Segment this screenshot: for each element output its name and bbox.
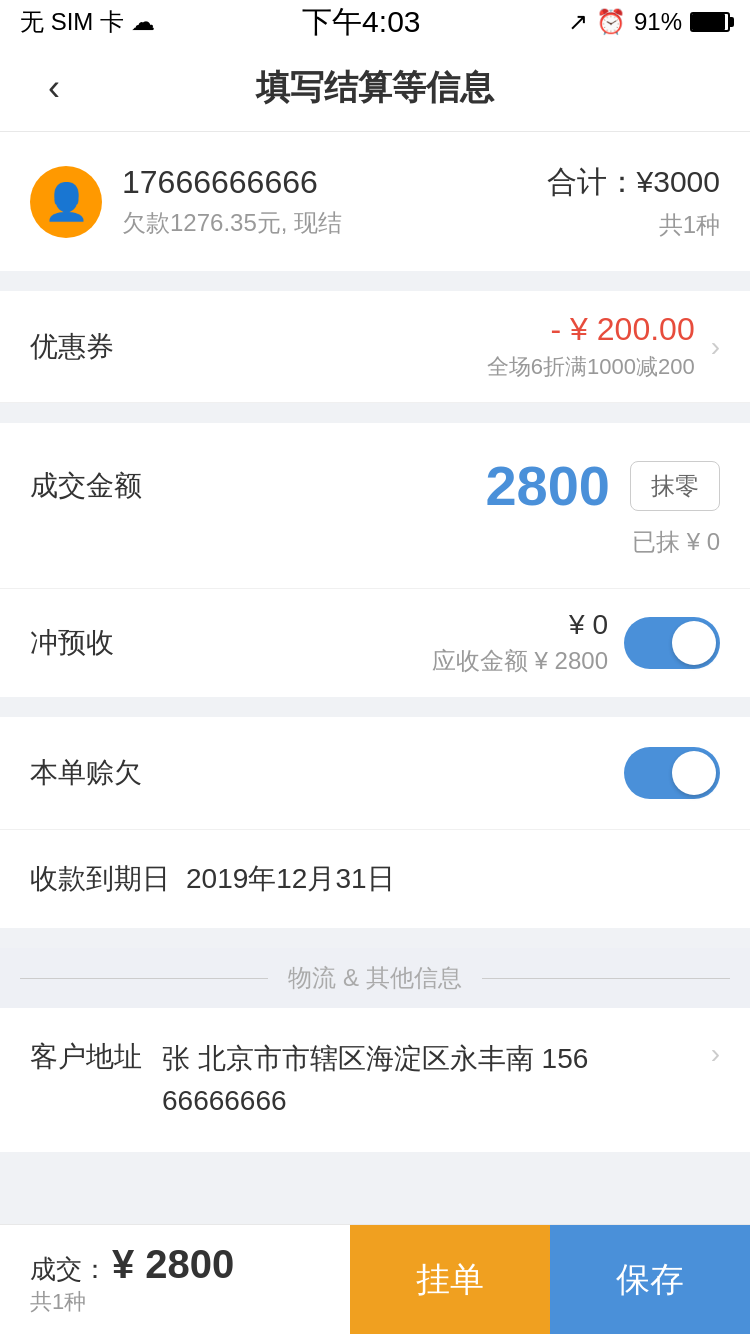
footer-bar: 成交： ¥ 2800 共1种 挂单 保存 [0, 1224, 750, 1334]
divider-1 [0, 271, 750, 291]
credit-toggle[interactable] [624, 747, 720, 799]
save-button[interactable]: 保存 [550, 1225, 750, 1335]
coupon-label: 优惠券 [30, 328, 114, 366]
round-button[interactable]: 抹零 [630, 461, 720, 511]
footer-count: 共1种 [30, 1287, 320, 1317]
battery-icon [690, 12, 730, 32]
pre-collect-row: 冲预收 ¥ 0 应收金额 ¥ 2800 [30, 609, 720, 677]
amount-row: 成交金额 2800 抹零 [30, 453, 720, 518]
battery-text: 91% [634, 8, 682, 36]
deal-amount-label: 成交金额 [30, 467, 142, 505]
deal-amount-value: 2800 [485, 453, 610, 518]
toggle-knob [672, 621, 716, 665]
customer-card: 👤 17666666666 欠款1276.35元, 现结 合计：¥3000 共1… [0, 132, 750, 271]
footer-amount: ¥ 2800 [112, 1242, 234, 1287]
coupon-right: - ¥ 200.00 全场6折满1000减200 › [487, 311, 720, 382]
duedate-section: 收款到期日 2019年12月31日 [0, 829, 750, 928]
divider-4 [0, 928, 750, 948]
credit-label: 本单赊欠 [30, 754, 142, 792]
line-right [482, 978, 730, 979]
nav-bar: ‹ 填写结算等信息 [0, 44, 750, 132]
alarm-icon: ⏰ [596, 8, 626, 36]
pre-collect-section: 冲预收 ¥ 0 应收金额 ¥ 2800 [0, 588, 750, 697]
hold-button[interactable]: 挂单 [350, 1225, 550, 1335]
coupon-desc: 全场6折满1000减200 [487, 352, 695, 382]
credit-toggle-knob [672, 751, 716, 795]
avatar: 👤 [30, 166, 102, 238]
amount-value-group: 2800 抹零 [485, 453, 720, 518]
avatar-icon: 👤 [44, 181, 89, 223]
address-section[interactable]: 客户地址 张 北京市市辖区海淀区永丰南 156 66666666 › [0, 1008, 750, 1152]
main-content: 👤 17666666666 欠款1276.35元, 现结 合计：¥3000 共1… [0, 132, 750, 1272]
address-chevron-icon: › [711, 1038, 720, 1070]
status-right: ↗ ⏰ 91% [568, 8, 730, 36]
footer-left: 成交： ¥ 2800 共1种 [0, 1242, 350, 1317]
section-title-text: 物流 & 其他信息 [288, 962, 461, 994]
total-count: 共1种 [547, 209, 720, 241]
pre-value-group: ¥ 0 应收金额 ¥ 2800 [432, 609, 608, 677]
no-sim-text: 无 SIM 卡 ☁ [20, 6, 155, 38]
coupon-chevron-icon: › [711, 331, 720, 363]
deal-amount-sub: 已抹 ¥ 0 [30, 526, 720, 558]
pre-collect-amount: ¥ 0 [432, 609, 608, 641]
address-value: 张 北京市市辖区海淀区永丰南 156 66666666 [162, 1038, 701, 1122]
duedate-value: 2019年12月31日 [186, 860, 395, 898]
customer-phone: 17666666666 [122, 164, 342, 201]
page-title: 填写结算等信息 [256, 65, 494, 111]
customer-right: 合计：¥3000 共1种 [547, 162, 720, 241]
pre-collect-toggle[interactable] [624, 617, 720, 669]
status-left: 无 SIM 卡 ☁ [20, 6, 155, 38]
duedate-label: 收款到期日 [30, 860, 170, 898]
divider-2 [0, 403, 750, 423]
status-time: 下午4:03 [302, 2, 420, 43]
address-label: 客户地址 [30, 1038, 142, 1076]
customer-info: 17666666666 欠款1276.35元, 现结 [122, 164, 342, 239]
pre-collect-sub: 应收金额 ¥ 2800 [432, 645, 608, 677]
customer-left: 👤 17666666666 欠款1276.35元, 现结 [30, 164, 342, 239]
coupon-row[interactable]: 优惠券 - ¥ 200.00 全场6折满1000减200 › [0, 291, 750, 403]
credit-section: 本单赊欠 [0, 717, 750, 829]
divider-3 [0, 697, 750, 717]
pre-collect-right: ¥ 0 应收金额 ¥ 2800 [432, 609, 720, 677]
section-title-divider: 物流 & 其他信息 [0, 948, 750, 1008]
line-left [20, 978, 268, 979]
pre-collect-label: 冲预收 [30, 624, 114, 662]
deal-amount-section: 成交金额 2800 抹零 已抹 ¥ 0 [0, 423, 750, 588]
customer-debt: 欠款1276.35元, 现结 [122, 207, 342, 239]
status-bar: 无 SIM 卡 ☁ 下午4:03 ↗ ⏰ 91% [0, 0, 750, 44]
total-amount: 合计：¥3000 [547, 162, 720, 203]
coupon-value: - ¥ 200.00 [487, 311, 695, 348]
location-icon: ↗ [568, 8, 588, 36]
footer-deal-label: 成交： [30, 1252, 108, 1287]
back-button[interactable]: ‹ [24, 58, 84, 118]
